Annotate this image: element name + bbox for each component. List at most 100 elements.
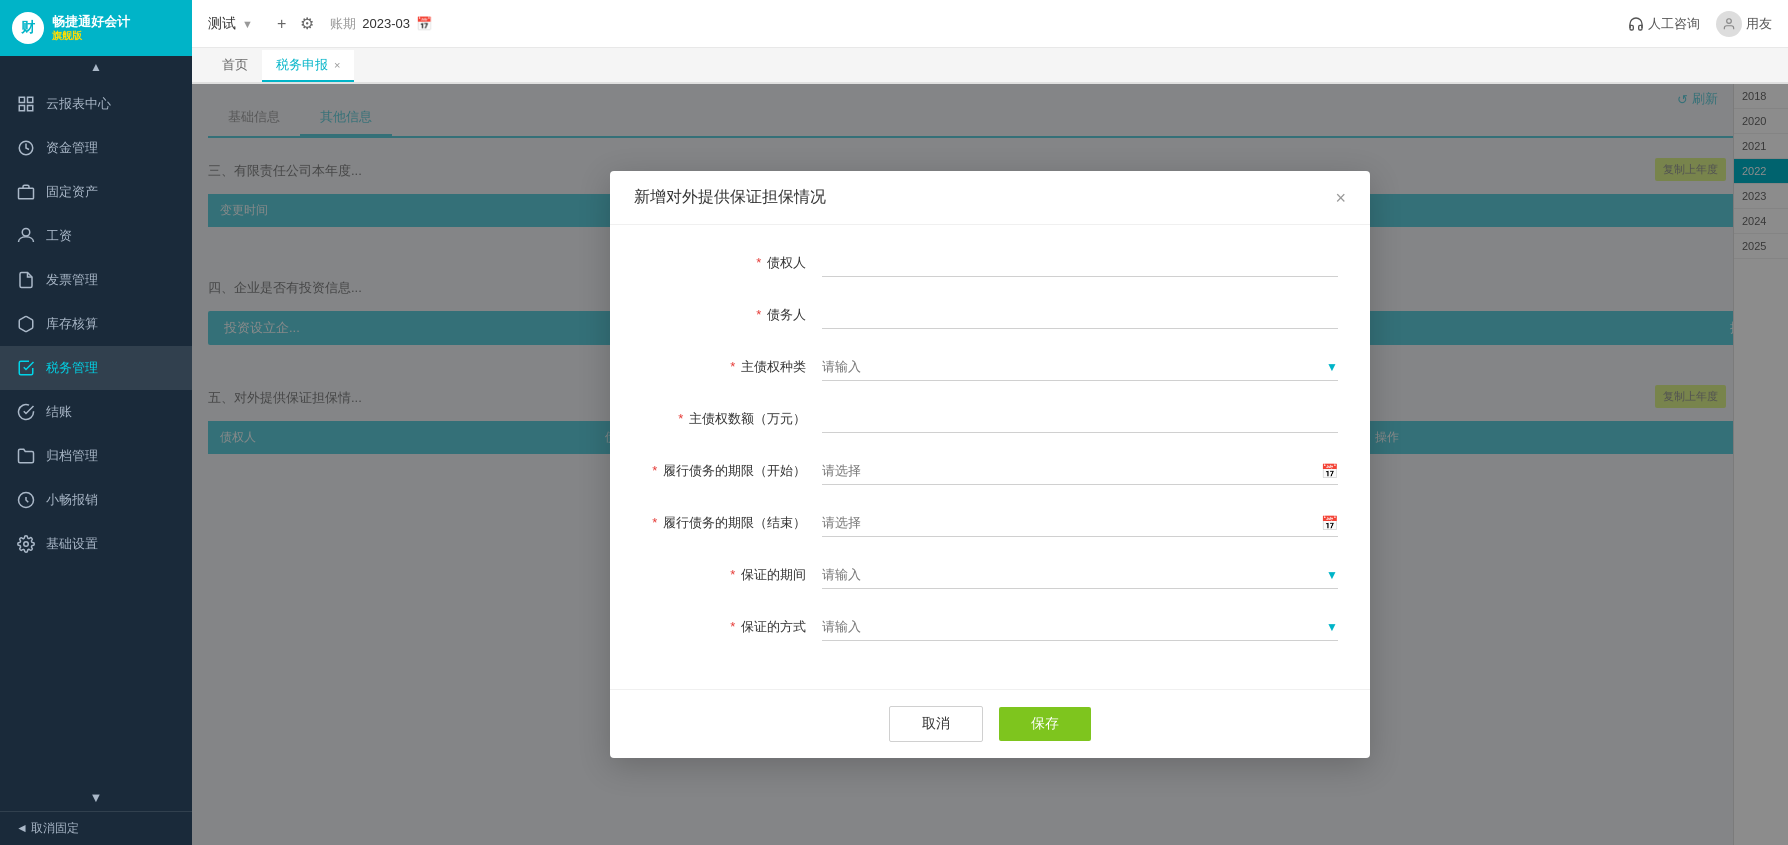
date-wrap-perform-start: 📅 <box>822 457 1338 485</box>
header-right: 人工咨询 用友 <box>1628 11 1772 37</box>
sidebar-item-shuiwu[interactable]: 税务管理 <box>0 346 192 390</box>
label-perform-end: * 履行债务的期限（结束） <box>642 514 822 532</box>
save-button[interactable]: 保存 <box>999 707 1091 741</box>
sidebar-item-jichushezhi[interactable]: 基础设置 <box>0 522 192 566</box>
input-claim-amount[interactable] <box>822 405 1338 432</box>
headset-icon <box>1628 16 1644 32</box>
period-selector[interactable]: 账期 2023-03 📅 <box>330 15 432 33</box>
sidebar-item-label-gongzi: 工资 <box>46 227 72 245</box>
tab-bar: 首页 税务申报 × <box>192 48 1788 84</box>
app-name: 畅捷通好会计 <box>52 14 130 30</box>
sidebar-item-label-zijin: 资金管理 <box>46 139 98 157</box>
tab-home[interactable]: 首页 <box>208 50 262 80</box>
tab-close-icon[interactable]: × <box>334 59 340 71</box>
label-guarantee-period: * 保证的期间 <box>642 566 822 584</box>
input-creditor[interactable] <box>822 249 1338 276</box>
user-button[interactable]: 用友 <box>1716 11 1772 37</box>
select-wrap-guarantee-method: ▼ <box>822 613 1338 641</box>
sidebar-item-label-yunbiao: 云报表中心 <box>46 95 111 113</box>
tab-shuiwushenb[interactable]: 税务申报 × <box>262 50 354 82</box>
select-claim-type[interactable] <box>822 353 1326 380</box>
sidebar-nav: 云报表中心 资金管理 固定资产 工资 <box>0 78 192 784</box>
app-logo: 财 畅捷通好会计 旗舰版 <box>0 0 192 56</box>
company-chevron-icon: ▼ <box>242 18 253 30</box>
modal-header: 新增对外提供保证担保情况 × <box>610 171 1370 225</box>
sidebar-item-label-kucun: 库存核算 <box>46 315 98 333</box>
jichushezhi-icon <box>16 534 36 554</box>
input-wrap-debtor <box>822 301 1338 329</box>
chevron-down-icon-claim-type[interactable]: ▼ <box>1326 360 1338 374</box>
chevron-down-icon-guarantee-period[interactable]: ▼ <box>1326 568 1338 582</box>
sidebar-item-gongzi[interactable]: 工资 <box>0 214 192 258</box>
sidebar-item-xiaochangbaoxiao[interactable]: 小畅报销 <box>0 478 192 522</box>
company-selector[interactable]: 测试 ▼ <box>208 15 253 33</box>
svg-point-8 <box>1727 18 1732 23</box>
form-field-perform-end: * 履行债务的期限（结束） 📅 <box>642 509 1338 537</box>
modal-close-button[interactable]: × <box>1335 189 1346 207</box>
sidebar-item-kucun[interactable]: 库存核算 <box>0 302 192 346</box>
modal-footer: 取消 保存 <box>610 689 1370 758</box>
svg-rect-3 <box>28 106 33 111</box>
modal-dialog: 新增对外提供保证担保情况 × * 债权人 <box>610 171 1370 758</box>
app-badge: 旗舰版 <box>52 30 130 42</box>
sidebar-item-label-fapiao: 发票管理 <box>46 271 98 289</box>
sidebar-item-label-jiezhang: 结账 <box>46 403 72 421</box>
select-guarantee-period[interactable] <box>822 561 1326 588</box>
chevron-down-icon-guarantee-method[interactable]: ▼ <box>1326 620 1338 634</box>
tab-shuiwushenb-label: 税务申报 <box>276 56 328 74</box>
sidebar-item-jiezhang[interactable]: 结账 <box>0 390 192 434</box>
guidang-icon <box>16 446 36 466</box>
form-field-guarantee-period: * 保证的期间 ▼ <box>642 561 1338 589</box>
gongzi-icon <box>16 226 36 246</box>
company-name: 测试 <box>208 15 236 33</box>
date-wrap-perform-end: 📅 <box>822 509 1338 537</box>
input-perform-end[interactable] <box>822 509 1321 536</box>
service-label: 人工咨询 <box>1648 15 1700 33</box>
input-perform-start[interactable] <box>822 457 1321 484</box>
input-wrap-claim-amount <box>822 405 1338 433</box>
sidebar-unpin[interactable]: ◄ 取消固定 <box>0 811 192 845</box>
label-perform-start: * 履行债务的期限（开始） <box>642 462 822 480</box>
sidebar-item-gudingzichan[interactable]: 固定资产 <box>0 170 192 214</box>
input-wrap-creditor <box>822 249 1338 277</box>
calendar-icon-perform-start[interactable]: 📅 <box>1321 463 1338 479</box>
tab-home-label: 首页 <box>222 56 248 74</box>
period-calendar-icon[interactable]: 📅 <box>416 16 432 31</box>
select-guarantee-method[interactable] <box>822 613 1326 640</box>
fapiao-icon <box>16 270 36 290</box>
svg-point-7 <box>24 542 29 547</box>
form-field-claim-amount: * 主债权数额（万元） <box>642 405 1338 433</box>
modal-backdrop: 新增对外提供保证担保情况 × * 债权人 <box>192 84 1788 845</box>
cancel-button[interactable]: 取消 <box>889 706 983 742</box>
user-avatar <box>1716 11 1742 37</box>
sidebar-item-fapiao[interactable]: 发票管理 <box>0 258 192 302</box>
add-button[interactable]: + <box>277 15 286 33</box>
settings-button[interactable]: ⚙ <box>300 14 314 33</box>
service-button[interactable]: 人工咨询 <box>1628 15 1700 33</box>
svg-rect-2 <box>19 106 24 111</box>
label-claim-amount: * 主债权数额（万元） <box>642 410 822 428</box>
user-label: 用友 <box>1746 15 1772 33</box>
sidebar-scroll-up[interactable]: ▲ <box>0 56 192 78</box>
sidebar-item-label-gudingzichan: 固定资产 <box>46 183 98 201</box>
select-wrap-claim-type: ▼ <box>822 353 1338 381</box>
form-field-creditor: * 债权人 <box>642 249 1338 277</box>
svg-rect-5 <box>19 188 34 199</box>
sidebar-item-yunbiao[interactable]: 云报表中心 <box>0 82 192 126</box>
jiezhang-icon <box>16 402 36 422</box>
modal-title: 新增对外提供保证担保情况 <box>634 187 826 208</box>
input-debtor[interactable] <box>822 301 1338 328</box>
sidebar-item-label-jichushezhi: 基础设置 <box>46 535 98 553</box>
sidebar-item-label-xiaochangbaoxiao: 小畅报销 <box>46 491 98 509</box>
sidebar: 财 畅捷通好会计 旗舰版 ▲ 云报表中心 资金管理 <box>0 0 192 845</box>
sidebar-item-guidang[interactable]: 归档管理 <box>0 434 192 478</box>
top-header: 测试 ▼ + ⚙ 账期 2023-03 📅 人工咨询 <box>192 0 1788 48</box>
sidebar-scroll-down[interactable]: ▼ <box>0 784 192 811</box>
sidebar-item-zijin[interactable]: 资金管理 <box>0 126 192 170</box>
calendar-icon-perform-end[interactable]: 📅 <box>1321 515 1338 531</box>
header-actions: + ⚙ <box>277 14 314 33</box>
xiaochangbaoxiao-icon <box>16 490 36 510</box>
yunbiao-icon <box>16 94 36 114</box>
svg-rect-0 <box>19 97 24 102</box>
label-claim-type: * 主债权种类 <box>642 358 822 376</box>
